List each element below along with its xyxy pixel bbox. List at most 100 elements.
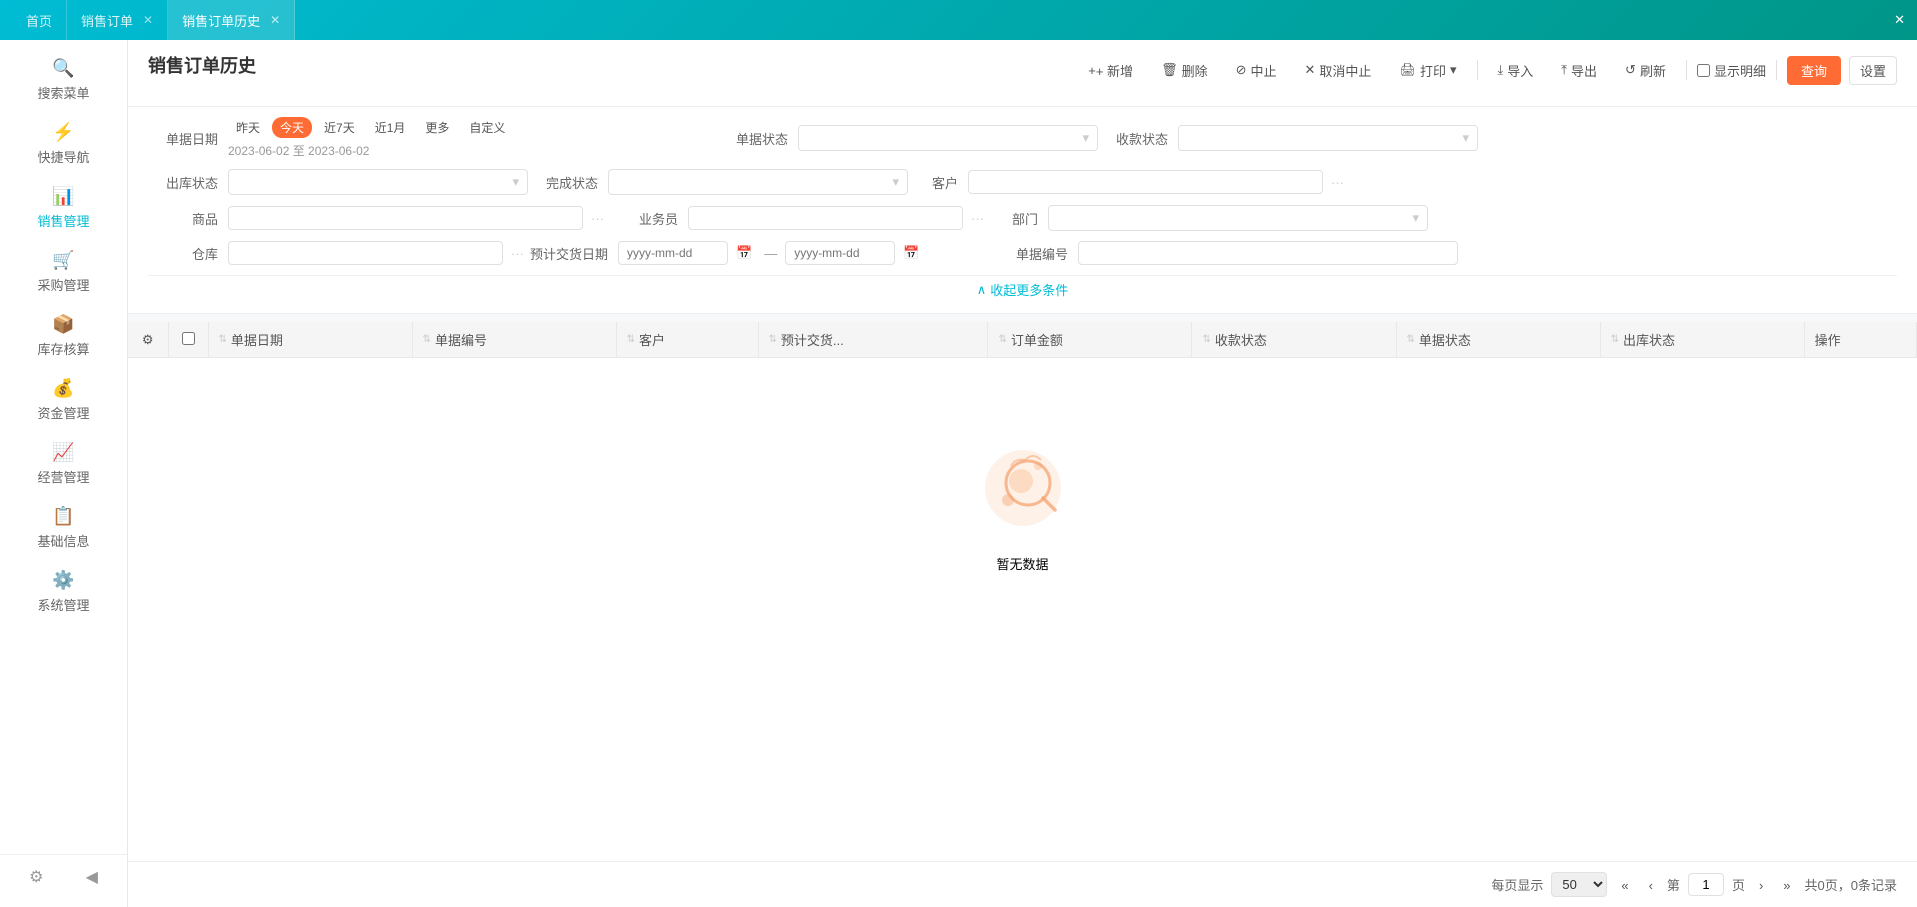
tab-home[interactable]: 首页 (12, 0, 67, 40)
sidebar-item-basic-info[interactable]: 📋 基础信息 (0, 496, 127, 560)
collapse-more-btn[interactable]: ∧ 收起更多条件 (148, 275, 1897, 303)
sys-mgmt-icon: ⚙️ (52, 570, 74, 591)
pay-status-label: 收款状态 (1215, 330, 1267, 349)
empty-state-icon (973, 438, 1073, 538)
page-size-select[interactable]: 20 50 100 200 (1551, 872, 1607, 897)
expected-date-start-input[interactable] (618, 241, 728, 265)
select-all-checkbox[interactable] (182, 332, 195, 345)
outbound-select[interactable]: ▾ (228, 169, 528, 195)
date-separator: — (760, 246, 781, 261)
sidebar-item-search-menu[interactable]: 🔍 搜索菜单 (0, 48, 127, 112)
close-window-button[interactable]: ✕ (1894, 12, 1905, 28)
delete-button[interactable]: 🗑 删除 (1151, 57, 1218, 84)
doc-status-sort-icon[interactable]: ⇅ (1407, 334, 1415, 345)
collapse-sidebar-button[interactable]: ◀ (86, 867, 98, 887)
customer-dots[interactable]: ··· (1327, 175, 1348, 190)
order-no-input[interactable] (1078, 241, 1458, 265)
status-select[interactable]: ▾ (798, 125, 1098, 151)
last-page-button[interactable]: » (1777, 873, 1796, 897)
expected-date-end-input[interactable] (785, 241, 895, 265)
tab-sales-order-history[interactable]: 销售订单历史 ✕ (168, 0, 295, 40)
cancel-stop-icon: ✕ (1305, 62, 1316, 78)
sidebar-item-operations-label: 经营管理 (37, 467, 89, 486)
doc-no-label: 单据编号 (435, 330, 487, 349)
import-icon: ⤓ (1498, 62, 1504, 78)
7days-btn[interactable]: 近7天 (316, 117, 363, 138)
sidebar-item-finance[interactable]: 💰 资金管理 (0, 368, 127, 432)
sidebar-item-sales-mgmt-label: 销售管理 (37, 211, 89, 230)
tab-sales-order[interactable]: 销售订单 ✕ (67, 0, 168, 40)
empty-state: 暂无数据 (128, 358, 1917, 653)
customer-input[interactable] (968, 170, 1323, 194)
out-status-label: 出库状态 (1623, 330, 1675, 349)
settings-button[interactable]: 设置 (1849, 56, 1897, 85)
customer-column-header: ⇅ 客户 (616, 322, 758, 358)
salesman-input[interactable] (688, 206, 963, 230)
filter-row-1: 单据日期 昨天 今天 近7天 近1月 更多 自定义 2023-06-02 至 2… (148, 117, 1897, 159)
print-label: 打印 (1420, 61, 1446, 80)
sidebar-item-purchase-mgmt-label: 采购管理 (37, 275, 89, 294)
sidebar-item-quick-nav[interactable]: ⚡ 快捷导航 (0, 112, 127, 176)
date-filter-label: 单据日期 (148, 129, 228, 148)
sidebar-item-operations[interactable]: 📈 经营管理 (0, 432, 127, 496)
custom-btn[interactable]: 自定义 (461, 117, 513, 138)
pay-status-column-header: ⇅ 收款状态 (1192, 322, 1396, 358)
page-number-input[interactable] (1688, 873, 1724, 896)
pay-status-sort-icon[interactable]: ⇅ (1202, 334, 1210, 345)
filter-row-2: 出库状态 ▾ 完成状态 ▾ 客户 ··· (148, 169, 1897, 195)
sidebar-item-inventory[interactable]: 📦 库存核算 (0, 304, 127, 368)
next-page-button[interactable]: › (1753, 873, 1769, 897)
prev-page-button[interactable]: ‹ (1643, 873, 1659, 897)
yesterday-btn[interactable]: 昨天 (228, 117, 268, 138)
pay-status-select[interactable]: ▾ (1178, 125, 1478, 151)
cancel-stop-button[interactable]: ✕ 取消中止 (1295, 57, 1382, 84)
settings-icon[interactable]: ⚙ (142, 332, 154, 347)
query-button[interactable]: 查询 (1787, 56, 1841, 85)
customer-sort-icon[interactable]: ⇅ (627, 334, 635, 345)
today-btn[interactable]: 今天 (272, 117, 312, 138)
doc-date-sort-icon[interactable]: ⇅ (219, 334, 227, 345)
collapse-icon: ∧ (977, 282, 987, 298)
more-btn[interactable]: 更多 (417, 117, 457, 138)
salesman-dots[interactable]: ··· (967, 211, 988, 226)
settings-bottom-button[interactable]: ⚙ (29, 867, 43, 887)
complete-arrow-icon: ▾ (892, 174, 899, 190)
order-amount-sort-icon[interactable]: ⇅ (998, 334, 1006, 345)
new-button[interactable]: + + 新增 (1078, 57, 1143, 84)
home-tab-label: 首页 (26, 11, 52, 30)
page-unit: 页 (1732, 875, 1745, 894)
pay-status-filter-control: ▾ (1178, 125, 1478, 151)
purchase-mgmt-icon: 🛒 (52, 250, 74, 271)
expected-date-sort-icon[interactable]: ⇅ (769, 334, 777, 345)
show-detail-label: 显示明细 (1697, 61, 1766, 80)
tab-sales-order-history-close[interactable]: ✕ (270, 13, 280, 27)
goods-input[interactable] (228, 206, 583, 230)
first-page-button[interactable]: « (1615, 873, 1634, 897)
sidebar-item-purchase-mgmt[interactable]: 🛒 采购管理 (0, 240, 127, 304)
refresh-button[interactable]: ↺ 刷新 (1615, 57, 1676, 84)
complete-select[interactable]: ▾ (608, 169, 908, 195)
warehouse-dots[interactable]: ··· (507, 246, 528, 261)
calendar-start-icon[interactable]: 📅 (732, 245, 756, 261)
goods-filter-control: ··· (228, 206, 608, 230)
last-page-icon: » (1783, 878, 1790, 893)
warehouse-input[interactable] (228, 241, 503, 265)
calendar-end-icon[interactable]: 📅 (899, 245, 923, 261)
expected-date-filter-label: 预计交货日期 (528, 244, 618, 263)
complete-filter-label: 完成状态 (528, 173, 608, 192)
print-button[interactable]: 🖨 打印 ▾ (1389, 57, 1466, 84)
sidebar-item-sales-mgmt[interactable]: 📊 销售管理 (0, 176, 127, 240)
stop-button[interactable]: ⊘ 中止 (1226, 57, 1287, 84)
import-button[interactable]: ⤓ 导入 (1488, 57, 1544, 84)
doc-no-sort-icon[interactable]: ⇅ (423, 334, 431, 345)
tab-sales-order-close[interactable]: ✕ (143, 13, 153, 27)
1month-btn[interactable]: 近1月 (367, 117, 414, 138)
export-button[interactable]: ⤒ 导出 (1551, 57, 1607, 84)
department-select[interactable]: ▾ (1048, 205, 1428, 231)
out-status-sort-icon[interactable]: ⇅ (1611, 334, 1619, 345)
page-label: 第 (1667, 875, 1680, 894)
show-detail-checkbox[interactable] (1697, 64, 1710, 77)
table-container: ⚙ ⇅ 单据日期 (128, 322, 1917, 861)
sidebar-item-sys-mgmt[interactable]: ⚙️ 系统管理 (0, 560, 127, 624)
goods-dots[interactable]: ··· (587, 211, 608, 226)
